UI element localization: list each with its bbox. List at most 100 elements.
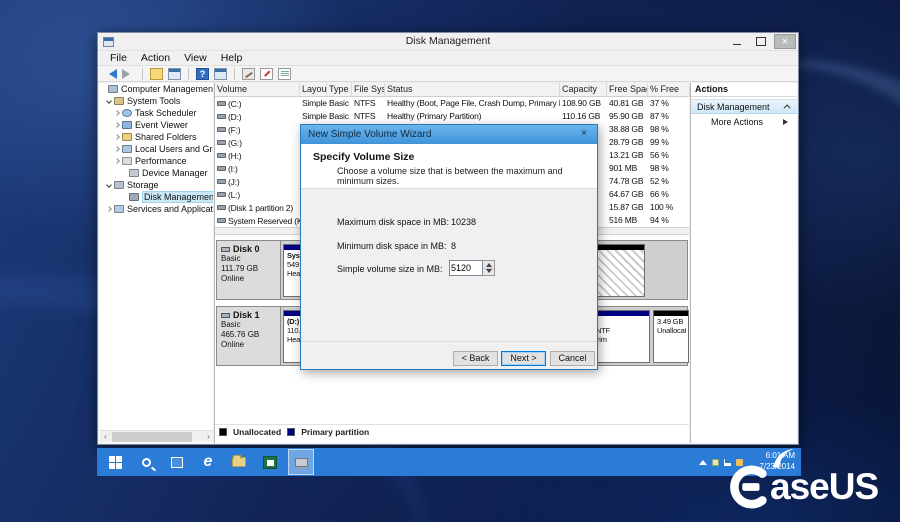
chevron-right-icon[interactable] [114,146,120,152]
green-app-icon [263,455,277,469]
brand-swoosh-icon [773,449,794,468]
menu-help[interactable]: Help [214,52,250,64]
legend-unallocated-label: Unallocated [233,427,282,437]
disk-icon [221,246,230,252]
disk-1-info[interactable]: Disk 1 Basic 465.76 GB Online [217,307,281,365]
volume-icon [217,101,226,106]
col-status[interactable]: Status [385,83,560,96]
tree-item-device-manager[interactable]: Device Manager [99,167,213,179]
actions-title: Actions [691,83,797,97]
action-pane-icon[interactable] [214,67,227,80]
help-icon[interactable]: ? [196,67,209,80]
menu-action[interactable]: Action [134,52,177,64]
col-volume[interactable]: Volume [215,83,300,96]
scroll-left-icon[interactable]: ‹ [100,431,111,443]
chevron-right-icon[interactable] [114,122,120,128]
tree-item-services-applications[interactable]: Services and Applications [99,203,213,215]
chevron-right-icon[interactable] [114,134,120,140]
volume-icon [217,127,226,132]
legend-primary-label: Primary partition [301,427,370,437]
collapse-icon[interactable] [783,104,791,112]
tree-item-system-tools[interactable]: System Tools [99,95,213,107]
window-titlebar[interactable]: Disk Management × [98,33,798,51]
chevron-down-icon[interactable] [106,182,112,188]
submenu-arrow-icon [783,118,791,125]
col-layout[interactable]: Layout [300,83,327,96]
list-view-icon[interactable] [278,67,291,80]
more-actions-item[interactable]: More Actions [691,114,797,129]
next-button[interactable]: Next > [501,351,546,366]
unallocated-legend-icon [219,428,227,436]
col-pct-free[interactable]: % Free [648,83,690,96]
tree-item-disk-management[interactable]: Disk Management [99,191,213,203]
volume-icon [217,192,226,197]
volume-icon [217,218,226,223]
dialog-close-icon[interactable]: × [575,126,593,142]
users-icon [122,145,132,153]
toolbar-separator [188,67,189,80]
disk-management-taskbar-button[interactable] [288,449,314,475]
properties-icon[interactable] [242,67,255,80]
scrollbar-thumb[interactable] [112,432,192,442]
tree-item-storage[interactable]: Storage [99,179,213,191]
back-icon[interactable] [104,69,117,79]
dialog-titlebar[interactable]: New Simple Volume Wizard × [301,125,597,144]
tree-item-computer-management[interactable]: Computer Management (Local [99,83,213,95]
volume-row[interactable]: (C:) Simple Basic NTFS Healthy (Boot, Page… [215,97,689,110]
chevron-right-icon[interactable] [114,158,120,164]
max-disk-space-label: Maximum disk space in MB: [337,217,450,227]
volume-row[interactable]: (D:) Simple Basic NTFS Healthy (Primary Pa… [215,110,689,123]
cancel-button[interactable]: Cancel [550,351,595,366]
computer-icon [108,85,118,93]
green-app-button[interactable] [257,449,283,475]
internet-explorer-button[interactable]: e [195,449,221,475]
maximize-button[interactable] [750,34,772,49]
col-free-space[interactable]: Free Space [607,83,648,96]
console-tree-icon[interactable] [168,67,181,80]
menu-file[interactable]: File [103,52,134,64]
volume-size-input[interactable] [449,260,483,276]
tree-item-performance[interactable]: Performance [99,155,213,167]
dialog-title: New Simple Volume Wizard [308,129,432,140]
system-tools-icon [114,97,124,105]
actions-group-disk-management[interactable]: Disk Management [691,99,797,114]
chevron-right-icon[interactable] [106,206,112,212]
action-center-icon[interactable] [712,458,719,466]
disk-0-info[interactable]: Disk 0 Basic 111.79 GB Online [217,241,281,299]
col-file-system[interactable]: File System [352,83,385,96]
volume-icon [217,153,226,158]
start-button[interactable] [102,449,128,475]
check-disk-icon[interactable] [260,67,273,80]
show-hidden-icons-icon[interactable] [699,456,707,465]
dialog-subheading: Choose a volume size that is between the… [337,166,563,186]
search-taskbar-button[interactable] [133,449,159,475]
chevron-right-icon[interactable] [114,110,120,116]
volume-list-header[interactable]: Volume Layout Type File System Status Ca… [215,83,690,97]
tree-item-local-users-groups[interactable]: Local Users and Groups [99,143,213,155]
tree-item-shared-folders[interactable]: Shared Folders [99,131,213,143]
toolbar-separator [234,67,235,80]
toolbar: ? [98,65,798,82]
store-taskbar-button[interactable] [164,449,190,475]
up-folder-icon[interactable] [150,67,163,80]
dialog-separator [301,341,597,342]
tree-item-task-scheduler[interactable]: Task Scheduler [99,107,213,119]
forward-icon[interactable] [122,69,135,79]
spinner-down-icon[interactable] [483,267,494,275]
menu-view[interactable]: View [177,52,214,64]
file-explorer-button[interactable] [226,449,252,475]
task-scheduler-icon [122,109,132,117]
tree-horizontal-scrollbar[interactable]: ‹ › [100,430,213,442]
max-disk-space-value: 10238 [451,217,477,227]
menu-bar: File Action View Help [98,51,798,65]
scroll-right-icon[interactable]: › [203,431,213,443]
folder-icon [232,455,246,467]
col-capacity[interactable]: Capacity [560,83,607,96]
minimize-button[interactable] [726,34,748,49]
tree-item-event-viewer[interactable]: Event Viewer [99,119,213,131]
back-button[interactable]: < Back [453,351,498,366]
chevron-down-icon[interactable] [106,98,112,104]
disk-1-partition-unallocated[interactable]: 3.49 GB Unallocat [653,310,689,363]
col-type[interactable]: Type [327,83,352,96]
close-button[interactable]: × [774,34,796,49]
